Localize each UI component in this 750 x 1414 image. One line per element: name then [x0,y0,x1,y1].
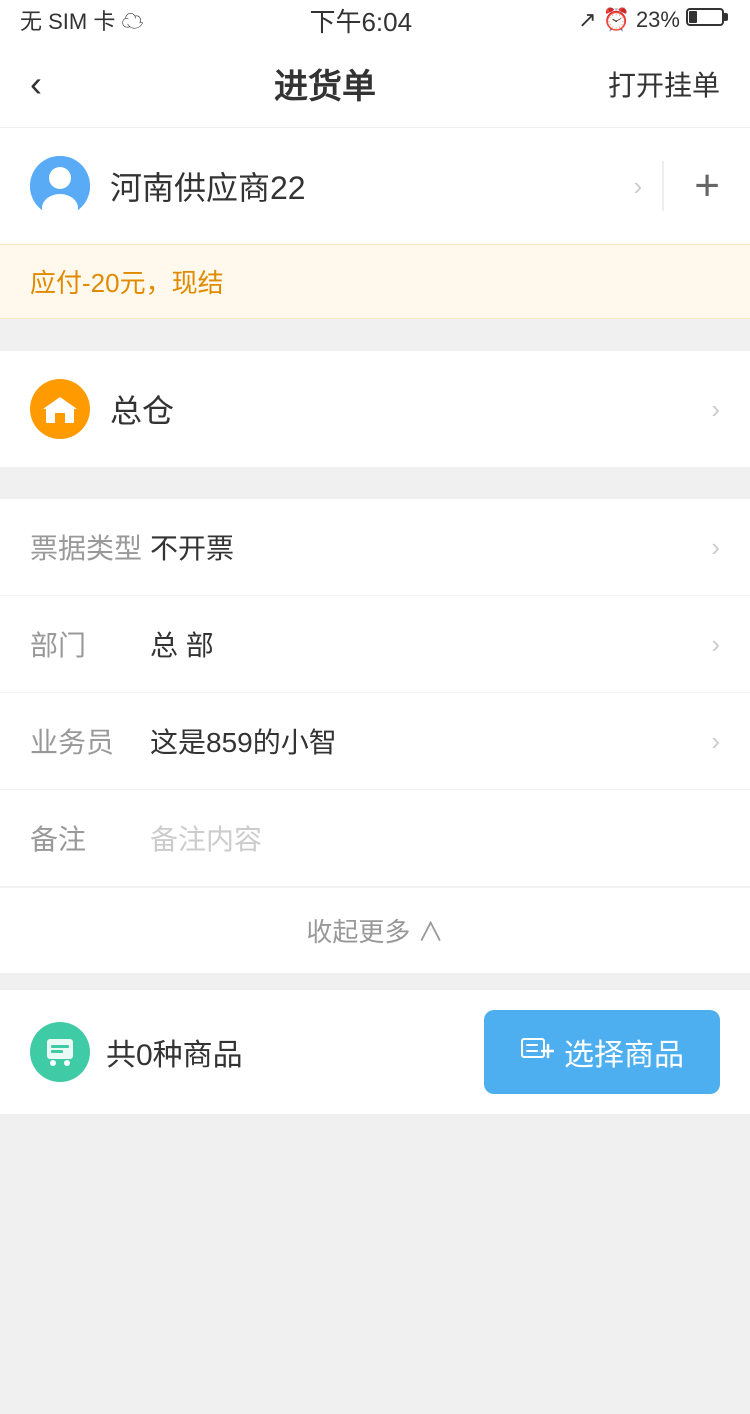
page-title: 进货单 [274,59,376,108]
location-icon: ↗ [578,7,596,33]
department-row[interactable]: 部门 总 部 › [0,596,750,693]
supplier-notice: 应付-20元，现结 [0,244,750,319]
remark-label: 备注 [30,818,150,858]
select-goods-icon [520,1035,554,1070]
supplier-name: 河南供应商22 [110,163,634,209]
supplier-arrow-icon: › [634,171,643,202]
page-background [0,1114,750,1414]
department-label: 部门 [30,624,150,664]
supplier-divider [662,161,664,211]
invoice-row[interactable]: 票据类型 不开票 › [0,499,750,596]
goods-count: 共0种商品 [106,1030,243,1074]
invoice-label: 票据类型 [30,527,150,567]
back-button[interactable]: ‹ [30,63,42,105]
salesman-arrow-icon: › [711,726,720,757]
nav-bar: ‹ 进货单 打开挂单 [0,40,750,128]
remark-row[interactable]: 备注 备注内容 [0,790,750,887]
department-value: 总 部 [150,624,701,664]
add-supplier-button[interactable]: + [694,161,720,211]
bottom-bar: 共0种商品 选择商品 [0,989,750,1114]
gap-1 [0,335,750,351]
warehouse-name: 总仓 [110,386,701,432]
department-arrow-icon: › [711,629,720,660]
status-bar: 无 SIM 卡 ☁ 下午6:04 ↗ ⏰ 23% [0,0,750,40]
select-goods-label: 选择商品 [564,1030,684,1074]
open-pending-button[interactable]: 打开挂单 [608,64,720,104]
fields-section: 票据类型 不开票 › 部门 总 部 › 业务员 这是859的小智 › 备注 备注… [0,499,750,973]
cart-icon [30,1022,90,1082]
warehouse-arrow-icon: › [711,394,720,425]
collapse-row[interactable]: 收起更多 ∧ [0,887,750,973]
battery-icon [686,6,730,34]
select-goods-button[interactable]: 选择商品 [484,1010,720,1094]
salesman-row[interactable]: 业务员 这是859的小智 › [0,693,750,790]
main-content: 河南供应商22 › + 应付-20元，现结 总仓 › 票据类型 不开票 [0,128,750,1414]
status-time: 下午6:04 [309,2,412,39]
alarm-icon: ⏰ [603,7,630,33]
supplier-section: 河南供应商22 › + 应付-20元，现结 [0,128,750,319]
salesman-label: 业务员 [30,721,150,761]
gap-2 [0,483,750,499]
salesman-value: 这是859的小智 [150,721,701,761]
invoice-arrow-icon: › [711,532,720,563]
warehouse-section: 总仓 › [0,351,750,467]
sim-label: 无 SIM 卡 ☁ [20,4,143,36]
remark-input[interactable]: 备注内容 [150,818,720,858]
warehouse-row[interactable]: 总仓 › [0,351,750,467]
status-left: 无 SIM 卡 ☁ [20,4,143,36]
warehouse-icon [30,379,90,439]
supplier-avatar [30,156,90,216]
bottom-left: 共0种商品 [30,1022,243,1082]
collapse-label: 收起更多 ∧ [306,912,443,949]
supplier-row[interactable]: 河南供应商22 › + [0,128,750,244]
invoice-value: 不开票 [150,527,701,567]
status-right: ↗ ⏰ 23% [578,6,730,34]
battery-label: 23% [636,7,680,33]
